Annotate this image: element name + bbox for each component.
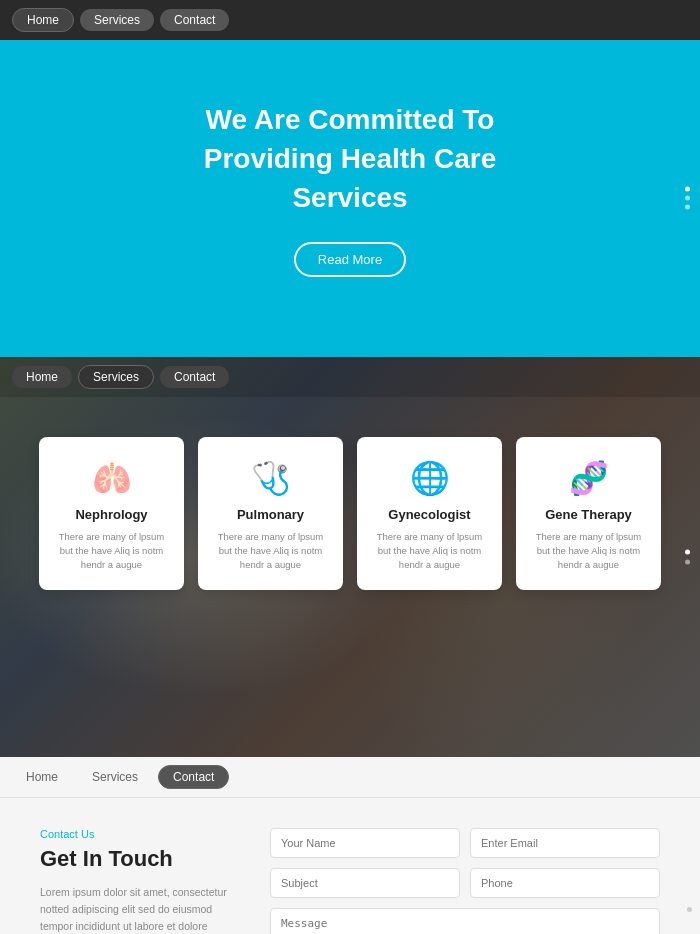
hero-read-more-button[interactable]: Read More: [294, 242, 406, 277]
services-nav-services-btn[interactable]: Services: [78, 365, 154, 389]
contact-label: Contact Us: [40, 828, 240, 840]
hero-dot-3: [685, 205, 690, 210]
nephrology-icon: 🫁: [55, 459, 168, 497]
contact-nav-contact-btn[interactable]: Contact: [158, 765, 229, 789]
services-cards-row: 🫁 Nephrology There are many of lpsum but…: [0, 397, 700, 641]
phone-input[interactable]: [470, 868, 660, 898]
nav-services-btn[interactable]: Services: [80, 9, 154, 31]
nephrology-text: There are many of lpsum but the have Ali…: [55, 530, 168, 573]
service-card-gynecologist: 🌐 Gynecologist There are many of lpsum b…: [357, 437, 502, 591]
service-card-pulmonary: 🩺 Pulmonary There are many of lpsum but …: [198, 437, 343, 591]
gynecologist-text: There are many of lpsum but the have Ali…: [373, 530, 486, 573]
gene-therapy-text: There are many of lpsum but the have Ali…: [532, 530, 645, 573]
contact-form: Send Message: [270, 828, 660, 934]
nav-contact-btn[interactable]: Contact: [160, 9, 229, 31]
service-card-nephrology: 🫁 Nephrology There are many of lpsum but…: [39, 437, 184, 591]
hero-dots: [685, 187, 690, 210]
gynecologist-title: Gynecologist: [373, 507, 486, 522]
nav-home-btn[interactable]: Home: [12, 8, 74, 32]
subject-input[interactable]: [270, 868, 460, 898]
gynecologist-icon: 🌐: [373, 459, 486, 497]
form-row-subject-phone: [270, 868, 660, 898]
pulmonary-title: Pulmonary: [214, 507, 327, 522]
services-nav: Home Services Contact: [0, 357, 700, 397]
message-textarea[interactable]: [270, 908, 660, 934]
contact-inner: Contact Us Get In Touch Lorem ipsum dolo…: [0, 798, 700, 934]
services-nav-home-btn[interactable]: Home: [12, 366, 72, 388]
services-dot-1: [685, 549, 690, 554]
form-row-name-email: [270, 828, 660, 858]
contact-section: Home Services Contact Contact Us Get In …: [0, 757, 700, 934]
services-side-dots: [685, 549, 690, 564]
contact-nav: Home Services Contact: [0, 757, 700, 798]
contact-left: Contact Us Get In Touch Lorem ipsum dolo…: [40, 828, 240, 934]
name-input[interactable]: [270, 828, 460, 858]
services-nav-contact-btn[interactable]: Contact: [160, 366, 229, 388]
gene-therapy-icon: 🧬: [532, 459, 645, 497]
hero-heading: We Are Committed To Providing Health Car…: [150, 100, 550, 218]
contact-nav-home-btn[interactable]: Home: [12, 766, 72, 788]
contact-description: Lorem ipsum dolor sit amet, consectetur …: [40, 884, 240, 934]
hero-dot-2: [685, 196, 690, 201]
hero-dot-1: [685, 187, 690, 192]
pulmonary-icon: 🩺: [214, 459, 327, 497]
nav-home: Home Services Contact: [0, 0, 700, 40]
gene-therapy-title: Gene Therapy: [532, 507, 645, 522]
pulmonary-text: There are many of lpsum but the have Ali…: [214, 530, 327, 573]
contact-nav-services-btn[interactable]: Services: [78, 766, 152, 788]
nephrology-title: Nephrology: [55, 507, 168, 522]
email-input[interactable]: [470, 828, 660, 858]
services-section: Home Services Contact 🫁 Nephrology There…: [0, 357, 700, 757]
services-dot-2: [685, 559, 690, 564]
hero-section: We Are Committed To Providing Health Car…: [0, 40, 700, 357]
service-card-gene-therapy: 🧬 Gene Therapy There are many of lpsum b…: [516, 437, 661, 591]
contact-heading: Get In Touch: [40, 846, 240, 872]
